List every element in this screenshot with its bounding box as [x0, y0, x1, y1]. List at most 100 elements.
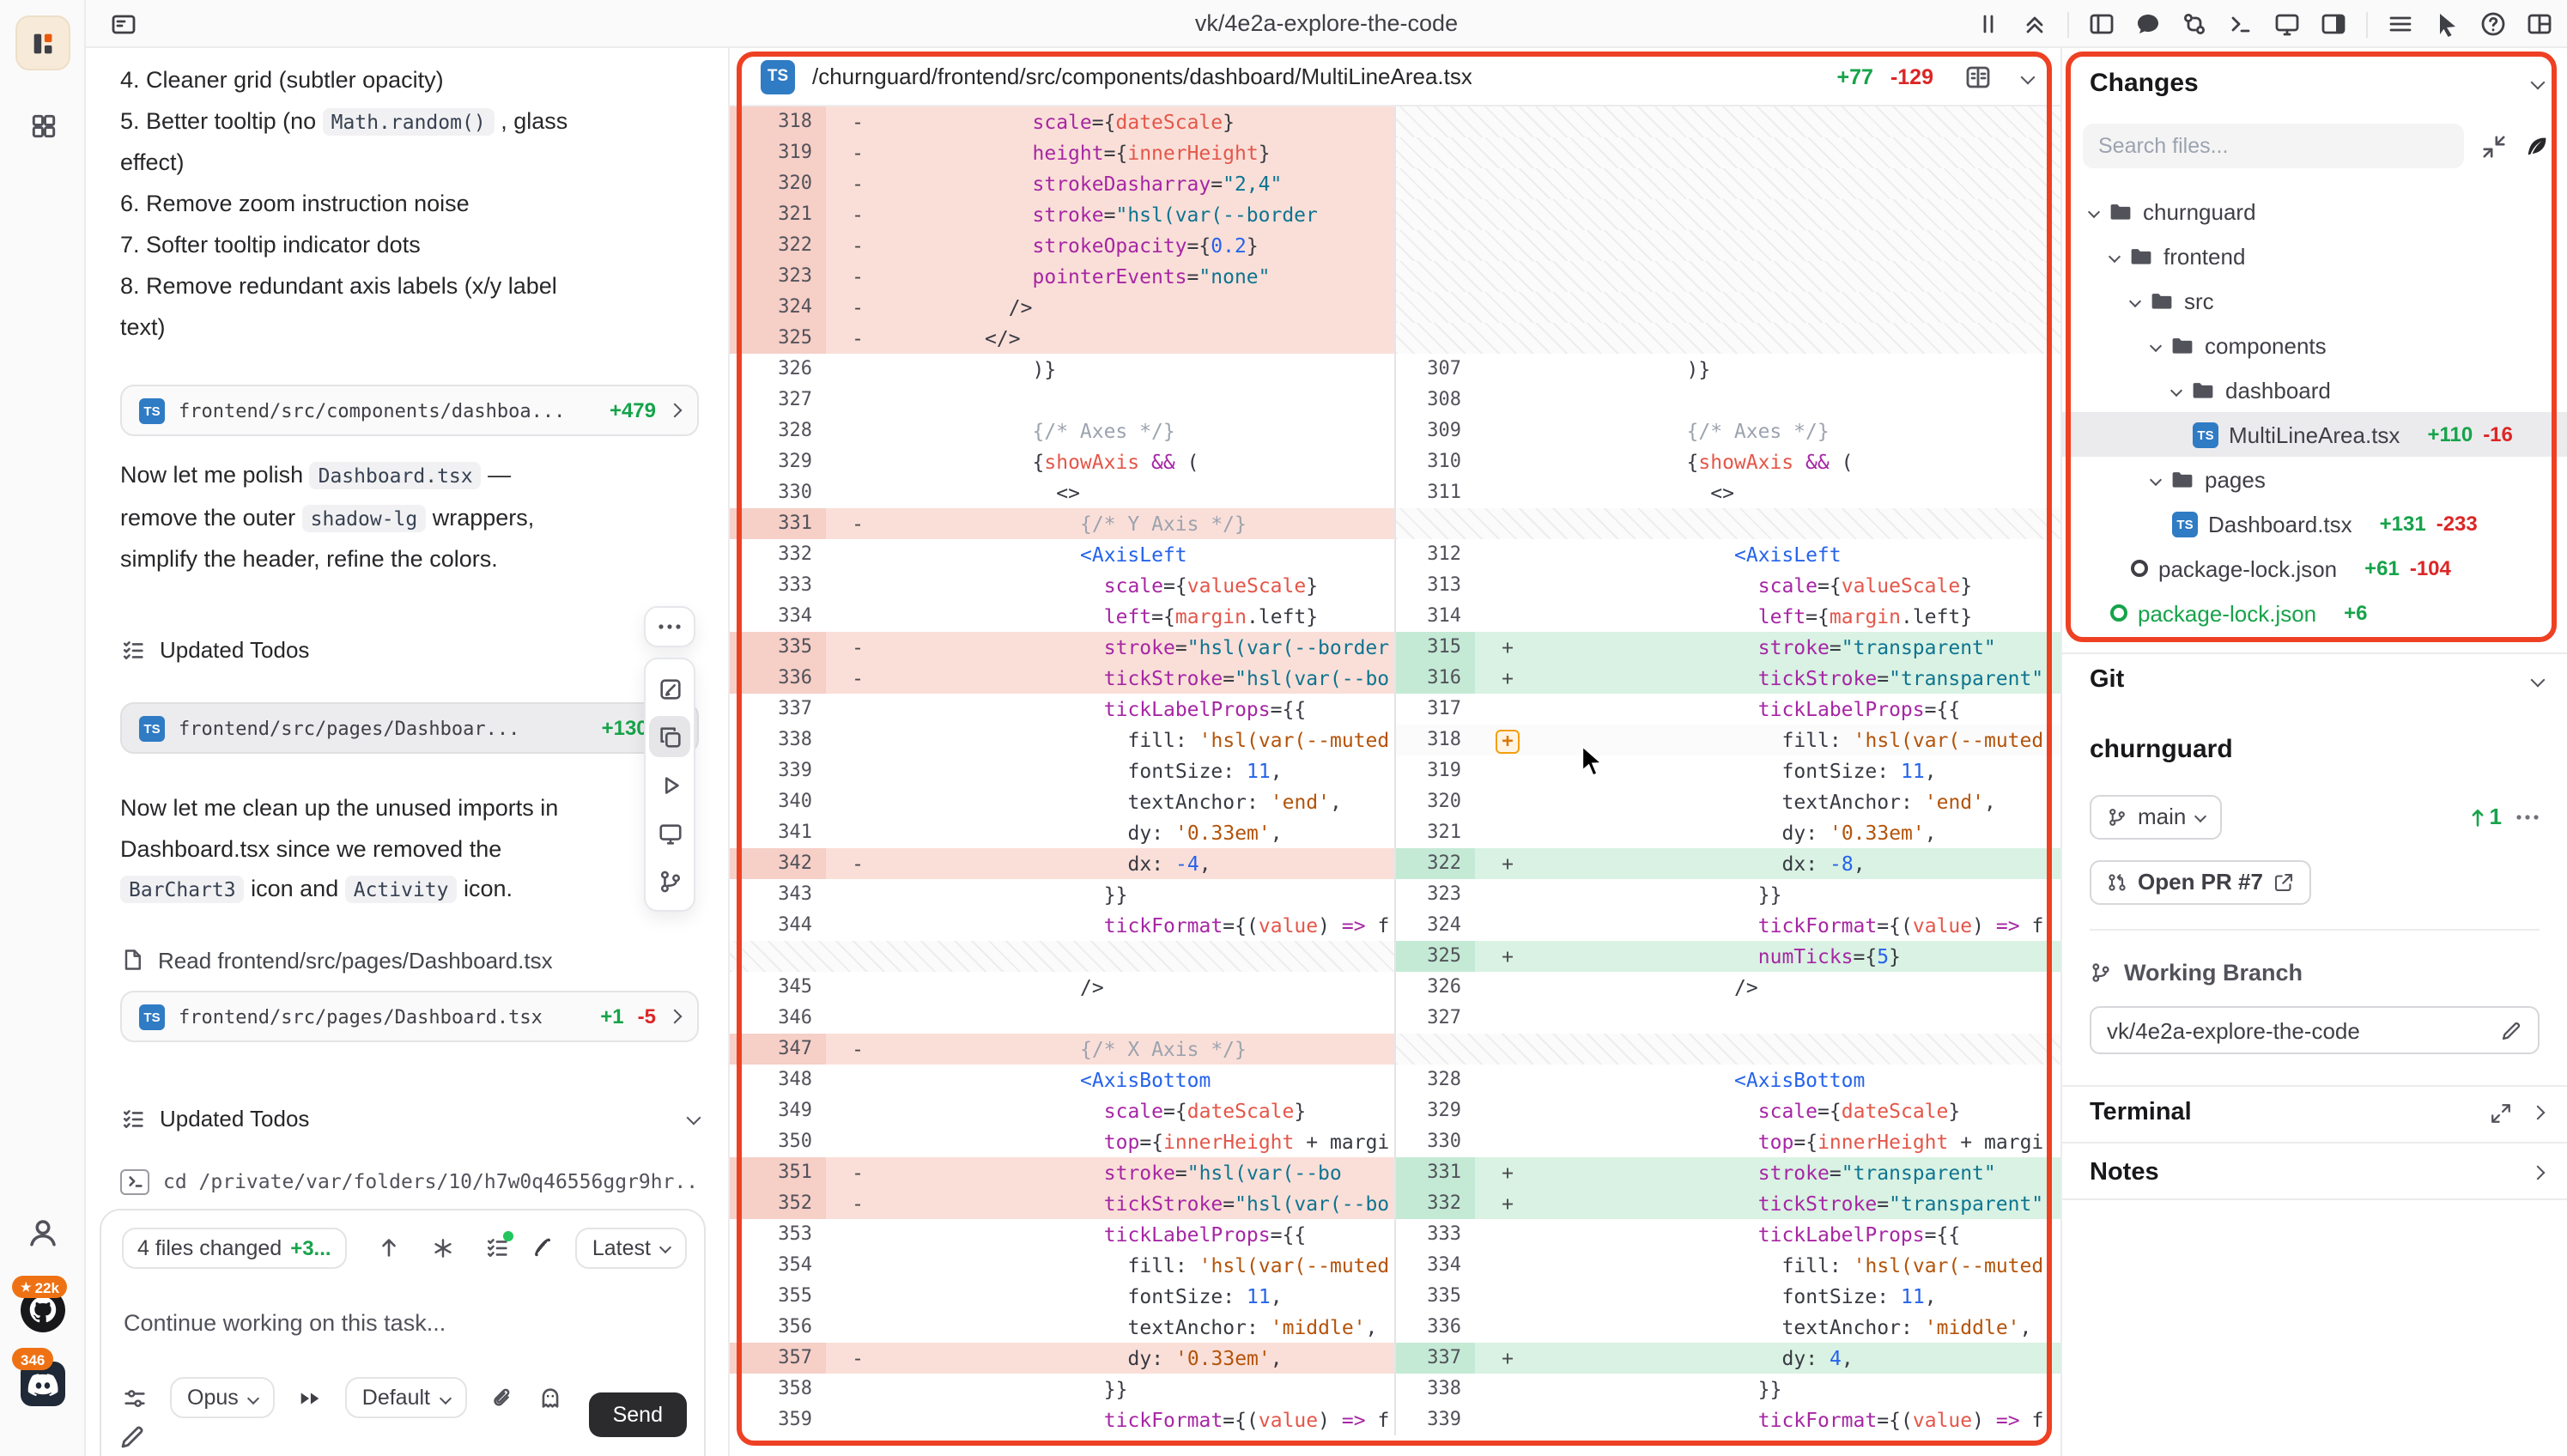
diff-row[interactable]: 340 textAnchor: 'end',320 textAnchor: 'e…	[730, 786, 2060, 817]
file-change-chip[interactable]: TS frontend/src/pages/Dashboar... +130 -…	[120, 702, 699, 754]
diff-row[interactable]: 319- height={innerHeight}	[730, 137, 2060, 168]
diff-row[interactable]: 330 <>311 <>	[730, 477, 2060, 508]
diff-row[interactable]: 348 <AxisBottom328 <AxisBottom	[730, 1065, 2060, 1095]
diff-row[interactable]: 357- dy: '0.33em',337+ dy: 4,	[730, 1343, 2060, 1374]
updated-todos-row[interactable]: Updated Todos	[120, 1101, 699, 1135]
diff-row[interactable]: 334 left={margin.left}314 left={margin.l…	[730, 601, 2060, 632]
diff-row[interactable]: 322- strokeOpacity={0.2}	[730, 230, 2060, 261]
grid-view-icon[interactable]	[15, 98, 70, 153]
tree-file-package-lock.json[interactable]: package-lock.json+61-104	[2062, 546, 2567, 591]
tree-folder-src[interactable]: src	[2062, 278, 2567, 323]
account-icon[interactable]	[26, 1216, 60, 1250]
tree-folder-pages[interactable]: pages	[2062, 457, 2567, 501]
diff-row[interactable]: 353 tickLabelProps={{333 tickLabelProps=…	[730, 1219, 2060, 1250]
updated-todos-row[interactable]: Updated Todos	[120, 632, 699, 666]
terminal-icon[interactable]	[2227, 10, 2254, 38]
diff-row[interactable]: 347- {/* X Axis */}	[730, 1034, 2060, 1065]
diff-row[interactable]: 338 fill: 'hsl(var(--muted318+ fill: 'hs…	[730, 725, 2060, 755]
todos-status-icon[interactable]	[484, 1235, 510, 1260]
feather-icon[interactable]	[2524, 133, 2550, 159]
tree-file-package-lock.json[interactable]: package-lock.json+6	[2062, 591, 2567, 635]
diff-row[interactable]: 355 fontSize: 11,335 fontSize: 11,	[730, 1281, 2060, 1312]
pointer-icon[interactable]	[2433, 10, 2461, 38]
files-changed-chip[interactable]: 4 files changed +3...	[122, 1227, 347, 1268]
fast-forward-icon[interactable]	[297, 1385, 323, 1410]
tree-folder-dashboard[interactable]: dashboard	[2062, 367, 2567, 412]
message-input[interactable]: Continue working on this task...	[124, 1310, 446, 1336]
diff-row[interactable]: 358 }}338 }}	[730, 1374, 2060, 1404]
chat-icon[interactable]	[2134, 10, 2162, 38]
add-comment-button[interactable]: +	[1496, 729, 1520, 753]
monitor-icon[interactable]	[2273, 10, 2301, 38]
diff-row[interactable]: 326 )}307 )}	[730, 354, 2060, 385]
diff-row[interactable]: 351- stroke="hsl(var(--bo331+ stroke="tr…	[730, 1157, 2060, 1188]
diff-row[interactable]: 318- scale={dateScale}	[730, 106, 2060, 137]
help-icon[interactable]	[2479, 10, 2507, 38]
diff-row[interactable]: 325+ numTicks={5}	[730, 941, 2060, 972]
ghost-icon[interactable]	[537, 1385, 562, 1410]
monitor-icon[interactable]	[649, 812, 690, 853]
git-compare-icon[interactable]	[2181, 10, 2208, 38]
send-button[interactable]: Send	[589, 1392, 687, 1437]
menu-icon[interactable]	[2387, 10, 2414, 38]
diff-row[interactable]: 343 }}323 }}	[730, 879, 2060, 910]
chevron-down-icon[interactable]	[2021, 70, 2036, 84]
model-dropdown[interactable]: Opus	[170, 1377, 275, 1418]
diff-row[interactable]: 323- pointerEvents="none"	[730, 261, 2060, 292]
diff-row[interactable]: 320- strokeDasharray="2,4"	[730, 168, 2060, 199]
branch-selector[interactable]: main	[2090, 794, 2222, 839]
pause-icon[interactable]	[1975, 10, 2002, 38]
compose-pencil-icon[interactable]	[118, 1423, 146, 1451]
scroll-up-button[interactable]	[376, 1235, 402, 1260]
diff-row[interactable]: 337 tickLabelProps={{317 tickLabelProps=…	[730, 694, 2060, 725]
diff-row[interactable]: 336- tickStroke="hsl(var(--bo316+ tickSt…	[730, 663, 2060, 694]
run-icon[interactable]	[649, 764, 690, 805]
edit-icon[interactable]	[649, 668, 690, 709]
chevron-right-icon[interactable]	[2531, 1166, 2546, 1180]
diff-row[interactable]: 345 />326 />	[730, 972, 2060, 1003]
open-pr-button[interactable]: Open PR #7	[2090, 859, 2311, 904]
panel-left-icon[interactable]	[2088, 10, 2115, 38]
notes-section-header[interactable]: Notes	[2062, 1149, 2567, 1197]
git-section-header[interactable]: Git	[2062, 656, 2567, 704]
terminal-section-header[interactable]: Terminal	[2062, 1089, 2567, 1137]
diff-row[interactable]: 359 tickFormat={(value) => f339 tickForm…	[730, 1404, 2060, 1435]
chevron-down-icon[interactable]	[687, 1111, 701, 1125]
attachment-icon[interactable]	[489, 1385, 514, 1410]
diff-row[interactable]: 328 {/* Axes */}309 {/* Axes */}	[730, 416, 2060, 446]
copy-icon[interactable]	[649, 716, 690, 757]
diff-row[interactable]: 333 scale={valueScale}313 scale={valueSc…	[730, 570, 2060, 601]
diff-row[interactable]: 329 {showAxis && (310 {showAxis && (	[730, 446, 2060, 477]
tree-file-MultiLineArea.tsx[interactable]: TSMultiLineArea.tsx+110-16	[2062, 412, 2567, 457]
file-change-chip[interactable]: TS frontend/src/pages/Dashboard.tsx +1 -…	[120, 991, 699, 1042]
diff-row[interactable]: 335- stroke="hsl(var(--border315+ stroke…	[730, 632, 2060, 663]
app-logo[interactable]	[15, 15, 70, 70]
read-file-row[interactable]: Read frontend/src/pages/Dashboard.tsx	[120, 943, 699, 977]
layout-icon[interactable]	[2526, 10, 2553, 38]
terminal-command-row[interactable]: cd /private/var/folders/10/h7w0q46556ggr…	[120, 1164, 699, 1198]
diff-row[interactable]: 341 dy: '0.33em',321 dy: '0.33em',	[730, 817, 2060, 848]
working-branch-input[interactable]: vk/4e2a-explore-the-code	[2090, 1006, 2540, 1054]
file-change-chip[interactable]: TS frontend/src/components/dashboa... +4…	[120, 385, 699, 436]
more-options-icon[interactable]	[2515, 813, 2540, 820]
expand-icon[interactable]	[2490, 1101, 2512, 1124]
search-input[interactable]	[2083, 124, 2464, 168]
diff-row[interactable]: 324- />	[730, 292, 2060, 323]
diff-row[interactable]: 339 fontSize: 11,319 fontSize: 11,	[730, 755, 2060, 786]
diff-row[interactable]: 332 <AxisLeft312 <AxisLeft	[730, 539, 2060, 570]
diff-row[interactable]: 354 fill: 'hsl(var(--muted334 fill: 'hsl…	[730, 1250, 2060, 1281]
diff-row[interactable]: 342- dx: -4,322+ dx: -8,	[730, 848, 2060, 879]
pencil-icon[interactable]	[2500, 1019, 2522, 1041]
diff-row[interactable]: 346327	[730, 1003, 2060, 1034]
tree-file-Dashboard.tsx[interactable]: TSDashboard.tsx+131-233	[2062, 501, 2567, 546]
sparkle-icon[interactable]	[431, 1235, 455, 1259]
more-options-button[interactable]	[644, 606, 695, 647]
collapse-up-icon[interactable]	[2021, 10, 2048, 38]
tree-folder-components[interactable]: components	[2062, 323, 2567, 367]
diff-row[interactable]: 356 textAnchor: 'middle',336 textAnchor:…	[730, 1312, 2060, 1343]
panel-right-icon[interactable]	[2320, 10, 2347, 38]
diff-row[interactable]: 349 scale={dateScale}329 scale={dateScal…	[730, 1095, 2060, 1126]
version-dropdown[interactable]: Latest	[575, 1227, 687, 1268]
branch-icon[interactable]	[649, 860, 690, 901]
diff-row[interactable]: 321- stroke="hsl(var(--border	[730, 199, 2060, 230]
